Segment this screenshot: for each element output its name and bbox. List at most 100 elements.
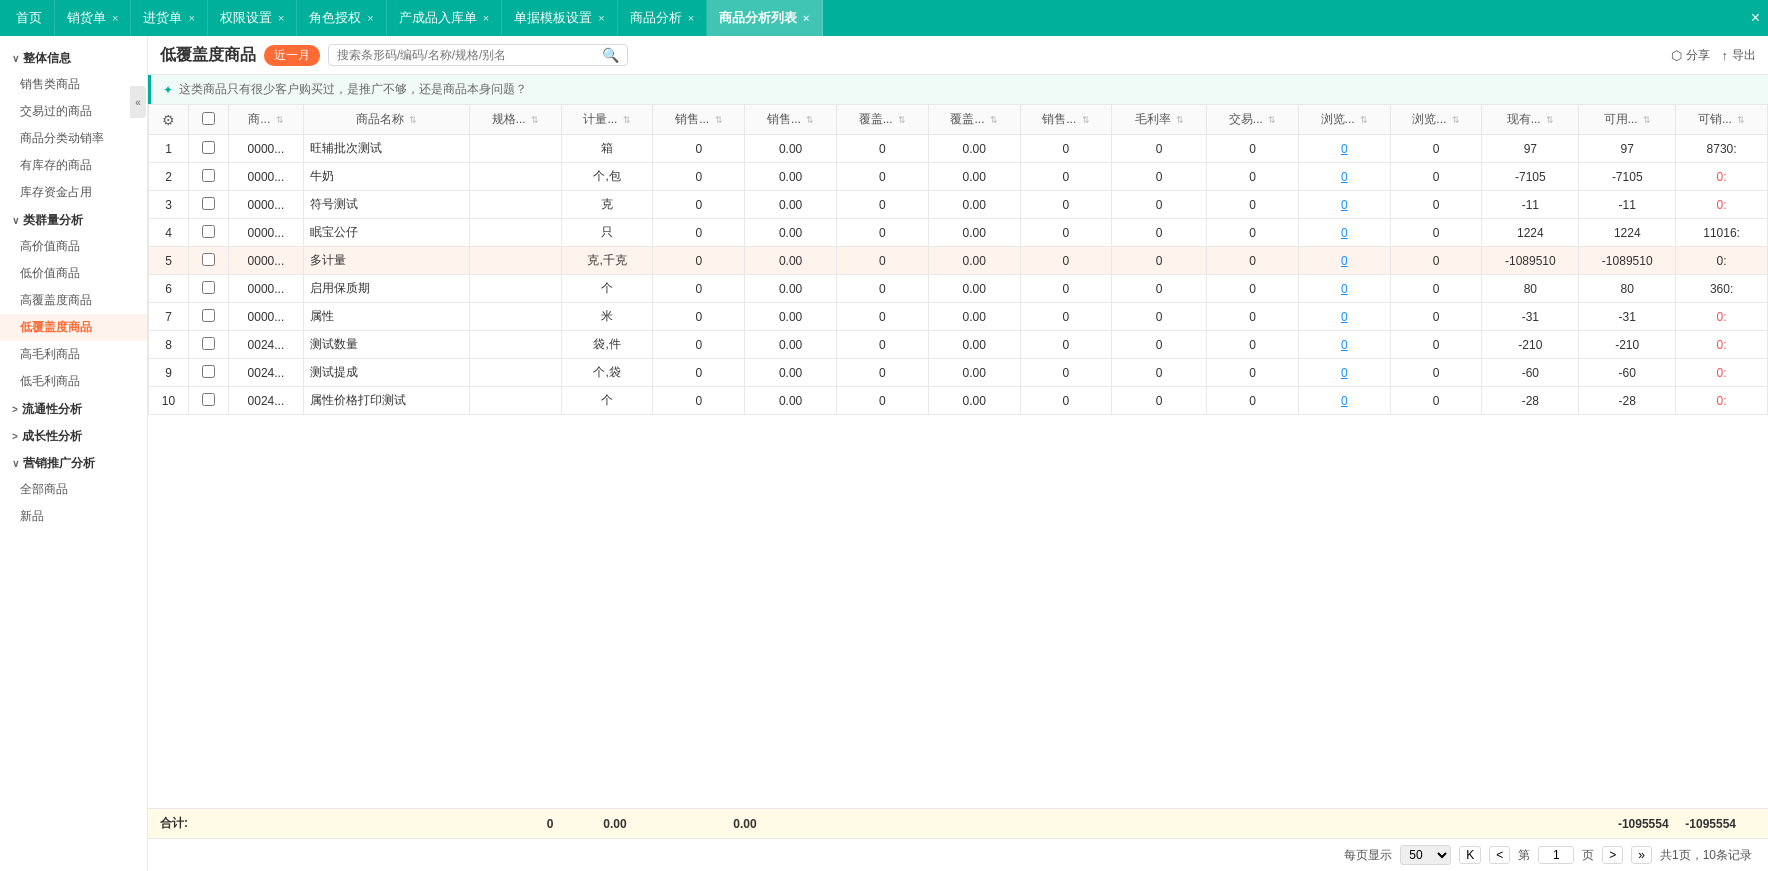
browse-link[interactable]: 0 xyxy=(1341,394,1348,408)
sidebar-item-low-value[interactable]: 低价值商品 xyxy=(0,260,147,287)
sidebar-item-high-coverage[interactable]: 高覆盖度商品 xyxy=(0,287,147,314)
sidebar-item-high-profit[interactable]: 高毛利商品 xyxy=(0,341,147,368)
row-browse1[interactable]: 0 xyxy=(1298,303,1390,331)
row-checkbox[interactable] xyxy=(189,359,229,387)
browse-link[interactable]: 0 xyxy=(1341,310,1348,324)
browse-link[interactable]: 0 xyxy=(1341,198,1348,212)
row-available: 1224 xyxy=(1579,219,1676,247)
sidebar-item-traded-goods[interactable]: 交易过的商品 xyxy=(0,98,147,125)
browse-link[interactable]: 0 xyxy=(1341,254,1348,268)
row-browse1[interactable]: 0 xyxy=(1298,191,1390,219)
browse-link[interactable]: 0 xyxy=(1341,170,1348,184)
last-page-button[interactable]: » xyxy=(1631,846,1652,864)
search-icon[interactable]: 🔍 xyxy=(602,47,619,63)
nav-tab-template[interactable]: 单据模板设置 × xyxy=(502,0,617,36)
first-page-button[interactable]: K xyxy=(1459,846,1481,864)
sidebar-section-flow-analysis[interactable]: > 流通性分析 xyxy=(0,395,147,422)
col-available: 可用... ⇅ xyxy=(1579,105,1676,135)
browse-link[interactable]: 0 xyxy=(1341,282,1348,296)
select-all-checkbox[interactable] xyxy=(202,112,215,125)
row-checkbox[interactable] xyxy=(189,191,229,219)
sidebar-item-high-value[interactable]: 高价值商品 xyxy=(0,233,147,260)
sidebar-section-value-analysis[interactable]: ∨ 类群量分析 xyxy=(0,206,147,233)
close-all-tabs-button[interactable]: × xyxy=(1751,9,1760,27)
row-spec xyxy=(469,359,561,387)
row-name: 牛奶 xyxy=(304,163,470,191)
sidebar-item-in-stock[interactable]: 有库存的商品 xyxy=(0,152,147,179)
close-icon[interactable]: × xyxy=(278,12,284,24)
prev-page-button[interactable]: < xyxy=(1489,846,1510,864)
row-current-stock: -28 xyxy=(1482,387,1579,415)
col-settings[interactable]: ⚙ xyxy=(149,105,189,135)
row-select-checkbox[interactable] xyxy=(202,365,215,378)
row-checkbox[interactable] xyxy=(189,247,229,275)
row-checkbox[interactable] xyxy=(189,387,229,415)
row-select-checkbox[interactable] xyxy=(202,141,215,154)
row-select-checkbox[interactable] xyxy=(202,309,215,322)
row-select-checkbox[interactable] xyxy=(202,197,215,210)
row-checkbox[interactable] xyxy=(189,275,229,303)
settings-icon[interactable]: ⚙ xyxy=(162,112,175,128)
row-select-checkbox[interactable] xyxy=(202,169,215,182)
sidebar-section-overall[interactable]: ∨ 整体信息 xyxy=(0,44,147,71)
per-page-select[interactable]: 50 100 200 xyxy=(1400,845,1451,865)
nav-tab-role[interactable]: 角色授权 × xyxy=(297,0,386,36)
browse-link[interactable]: 0 xyxy=(1341,142,1348,156)
browse-link[interactable]: 0 xyxy=(1341,338,1348,352)
row-checkbox[interactable] xyxy=(189,219,229,247)
row-checkbox[interactable] xyxy=(189,331,229,359)
row-checkbox[interactable] xyxy=(189,163,229,191)
total-row: 合计: 0 0.00 0.00 - xyxy=(148,809,1768,838)
row-checkbox[interactable] xyxy=(189,135,229,163)
search-input[interactable] xyxy=(337,48,602,62)
row-browse1[interactable]: 0 xyxy=(1298,275,1390,303)
sidebar-section-marketing-analysis[interactable]: ∨ 营销推广分析 xyxy=(0,449,147,476)
browse-link[interactable]: 0 xyxy=(1341,366,1348,380)
row-browse1[interactable]: 0 xyxy=(1298,247,1390,275)
row-browse1[interactable]: 0 xyxy=(1298,163,1390,191)
sidebar-item-low-coverage[interactable]: 低覆盖度商品 xyxy=(0,314,147,341)
sidebar-item-capital-occupy[interactable]: 库存资金占用 xyxy=(0,179,147,206)
row-browse1[interactable]: 0 xyxy=(1298,387,1390,415)
row-browse1[interactable]: 0 xyxy=(1298,135,1390,163)
current-page-input[interactable] xyxy=(1538,846,1574,864)
sidebar-item-low-profit[interactable]: 低毛利商品 xyxy=(0,368,147,395)
sidebar-item-all-goods[interactable]: 全部商品 xyxy=(0,476,147,503)
row-select-checkbox[interactable] xyxy=(202,253,215,266)
browse-link[interactable]: 0 xyxy=(1341,226,1348,240)
filter-period-button[interactable]: 近一月 xyxy=(264,45,320,66)
row-checkbox[interactable] xyxy=(189,303,229,331)
row-browse1[interactable]: 0 xyxy=(1298,331,1390,359)
sidebar-collapse-button[interactable]: « xyxy=(130,86,146,118)
close-icon[interactable]: × xyxy=(112,12,118,24)
close-icon[interactable]: × xyxy=(367,12,373,24)
nav-tab-analysis-list[interactable]: 商品分析列表 × xyxy=(707,0,822,36)
row-select-checkbox[interactable] xyxy=(202,393,215,406)
row-browse1[interactable]: 0 xyxy=(1298,219,1390,247)
row-select-checkbox[interactable] xyxy=(202,281,215,294)
nav-tab-analysis[interactable]: 商品分析 × xyxy=(618,0,707,36)
row-unit: 个 xyxy=(561,275,653,303)
nav-tab-sales[interactable]: 销货单 × xyxy=(55,0,131,36)
row-sales-qty: 0 xyxy=(653,331,745,359)
nav-tab-permissions[interactable]: 权限设置 × xyxy=(208,0,297,36)
next-page-button[interactable]: > xyxy=(1602,846,1623,864)
close-icon[interactable]: × xyxy=(688,12,694,24)
export-button[interactable]: ↑ 导出 xyxy=(1722,47,1757,64)
sidebar-item-sales-goods[interactable]: 销售类商品 xyxy=(0,71,147,98)
nav-tab-purchase[interactable]: 进货单 × xyxy=(131,0,207,36)
close-icon[interactable]: × xyxy=(803,12,809,24)
sidebar-section-growth-analysis[interactable]: > 成长性分析 xyxy=(0,422,147,449)
share-button[interactable]: ⬡ 分享 xyxy=(1671,47,1710,64)
sidebar-item-turnover-rate[interactable]: 商品分类动销率 xyxy=(0,125,147,152)
row-browse1[interactable]: 0 xyxy=(1298,359,1390,387)
sidebar-item-new-goods[interactable]: 新品 xyxy=(0,503,147,530)
close-icon[interactable]: × xyxy=(598,12,604,24)
row-spec xyxy=(469,247,561,275)
row-select-checkbox[interactable] xyxy=(202,337,215,350)
close-icon[interactable]: × xyxy=(188,12,194,24)
nav-tab-home[interactable]: 首页 xyxy=(4,0,55,36)
row-select-checkbox[interactable] xyxy=(202,225,215,238)
close-icon[interactable]: × xyxy=(483,12,489,24)
nav-tab-product-entry[interactable]: 产成品入库单 × xyxy=(387,0,502,36)
